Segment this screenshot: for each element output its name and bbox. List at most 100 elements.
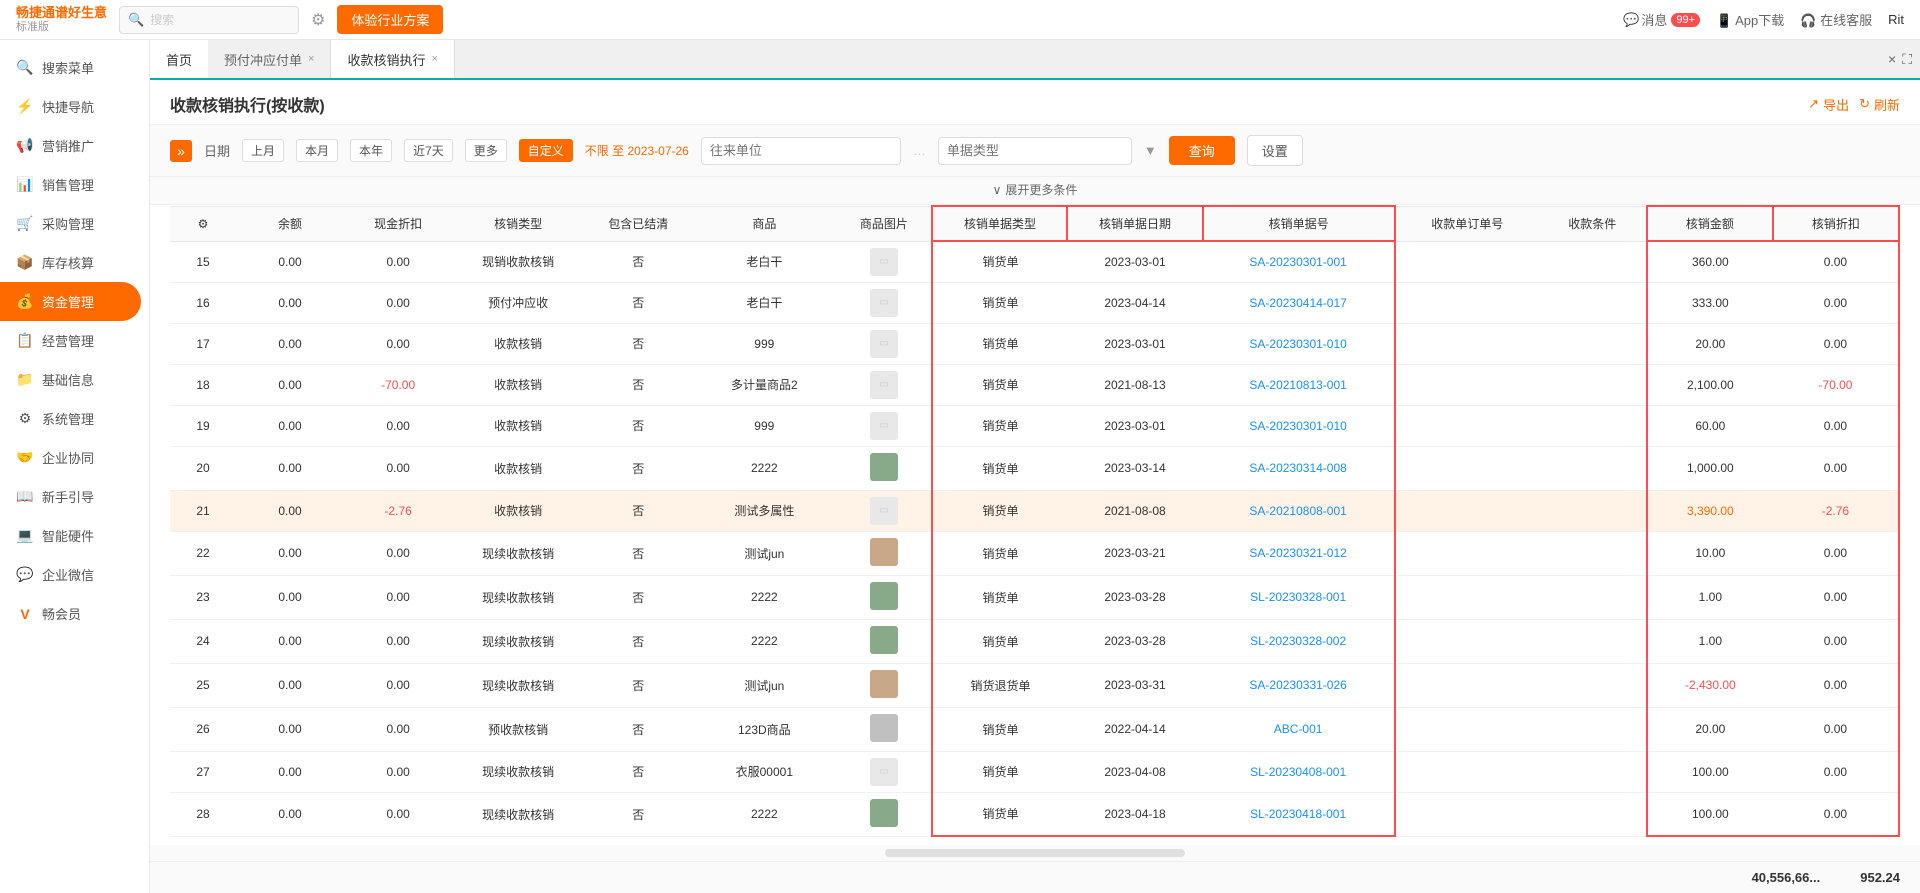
sidebar-item-finance[interactable]: 💰 资金管理 — [0, 282, 141, 321]
sidebar-item-purchase[interactable]: 🛒 采购管理 — [0, 204, 149, 243]
custom-date-button[interactable]: 自定义 — [519, 139, 573, 162]
sidebar-item-search[interactable]: 🔍 搜索菜单 — [0, 48, 149, 87]
cell-slip-no: SL-20230408-001 — [1203, 751, 1395, 792]
tab-home[interactable]: 首页 — [150, 40, 208, 78]
app-download-link[interactable]: 📱 App下载 — [1716, 10, 1784, 29]
horizontal-scrollbar[interactable] — [885, 849, 1185, 857]
sidebar-item-sales[interactable]: 📊 销售管理 — [0, 165, 149, 204]
slip-no-link[interactable]: SA-20230331-026 — [1249, 678, 1346, 692]
sidebar-item-operations[interactable]: 📋 经营管理 — [0, 321, 149, 360]
from-unit-input[interactable] — [701, 137, 901, 165]
slip-no-link[interactable]: SA-20230321-012 — [1249, 546, 1346, 560]
slip-no-link[interactable]: ABC-001 — [1274, 722, 1323, 736]
table-row: 15 0.00 0.00 现销收款核销 否 老白干 ▭ 销货单 2023-03-… — [170, 241, 1899, 282]
last-month-button[interactable]: 上月 — [242, 139, 284, 162]
cell-include-settled: 否 — [584, 446, 692, 490]
slip-no-link[interactable]: SA-20230414-017 — [1249, 296, 1346, 310]
slip-no-link[interactable]: SA-20210813-001 — [1249, 378, 1346, 392]
slip-no-link[interactable]: SL-20230328-001 — [1250, 590, 1346, 604]
table-container[interactable]: ⚙ 余额 现金折扣 核销类型 包含已结清 商品 商品图片 核销单据类型 核销单据… — [150, 205, 1920, 845]
expand-more-button[interactable]: ∨ 展开更多条件 — [973, 181, 1098, 198]
slip-no-link[interactable]: SA-20230301-001 — [1249, 255, 1346, 269]
cell-balance: 0.00 — [236, 323, 344, 364]
sidebar-item-marketing[interactable]: 📢 营销推广 — [0, 126, 149, 165]
cell-cash-discount: 0.00 — [344, 446, 452, 490]
cell-goods: 衣服00001 — [692, 751, 836, 792]
tab-writeoff-close-icon[interactable]: × — [431, 53, 437, 65]
sidebar-item-newbie-guide[interactable]: 📖 新手引导 — [0, 477, 149, 516]
cell-goods-img — [836, 792, 932, 836]
cell-writeoff-amount: 100.00 — [1647, 751, 1773, 792]
search-bar[interactable]: 🔍 搜索 — [119, 6, 299, 34]
cell-receipt-order-no — [1395, 619, 1539, 663]
sidebar-item-enterprise-wechat[interactable]: 💬 企业微信 — [0, 555, 149, 594]
refresh-button[interactable]: ↻ 刷新 — [1859, 95, 1900, 114]
slip-no-link[interactable]: SL-20230328-002 — [1250, 634, 1346, 648]
order-type-input[interactable] — [938, 137, 1132, 165]
slip-no-link[interactable]: SL-20230408-001 — [1250, 765, 1346, 779]
gear-icon[interactable]: ⚙ — [311, 10, 325, 30]
sidebar-item-quicknav[interactable]: ⚡ 快捷导航 — [0, 87, 149, 126]
sidebar-item-basic-info[interactable]: 📁 基础信息 — [0, 360, 149, 399]
cell-no: 15 — [170, 241, 236, 282]
order-type-dropdown-icon[interactable]: ▼ — [1144, 143, 1157, 158]
cell-no: 26 — [170, 707, 236, 751]
cell-writeoff-type: 现续收款核销 — [452, 792, 584, 836]
cell-balance: 0.00 — [236, 575, 344, 619]
cell-goods-img — [836, 446, 932, 490]
tab-close-all-icon[interactable]: × — [1888, 51, 1896, 67]
table-row: 26 0.00 0.00 预收款核销 否 123D商品 销货单 2022-04-… — [170, 707, 1899, 751]
slip-no-link[interactable]: SA-20230314-008 — [1249, 461, 1346, 475]
cell-receipt-condition — [1539, 364, 1647, 405]
cell-balance: 0.00 — [236, 241, 344, 282]
cell-writeoff-discount: 0.00 — [1773, 405, 1899, 446]
sidebar-item-system[interactable]: ⚙ 系统管理 — [0, 399, 149, 438]
cell-receipt-condition — [1539, 663, 1647, 707]
cell-no: 16 — [170, 282, 236, 323]
cell-goods: 老白干 — [692, 241, 836, 282]
cell-writeoff-discount: 0.00 — [1773, 446, 1899, 490]
cell-goods: 123D商品 — [692, 707, 836, 751]
vip-icon: V — [16, 605, 34, 623]
col-header-receipt-order-no: 收款单订单号 — [1395, 206, 1539, 241]
cell-writeoff-type: 预付冲应收 — [452, 282, 584, 323]
cell-slip-type: 销货单 — [932, 575, 1067, 619]
filter-expand-icon[interactable]: » — [170, 140, 192, 162]
this-year-button[interactable]: 本年 — [350, 139, 392, 162]
more-date-button[interactable]: 更多 — [465, 139, 507, 162]
slip-no-link[interactable]: SA-20210808-001 — [1249, 504, 1346, 518]
search-menu-icon: 🔍 — [16, 59, 34, 77]
setting-button[interactable]: 设置 — [1247, 135, 1303, 166]
cell-writeoff-amount: 60.00 — [1647, 405, 1773, 446]
cell-slip-date: 2023-04-14 — [1067, 282, 1202, 323]
tab-writeoff[interactable]: 收款核销执行 × — [331, 40, 454, 78]
industry-solution-button[interactable]: 体验行业方案 — [337, 5, 443, 34]
cell-receipt-order-no — [1395, 751, 1539, 792]
slip-no-link[interactable]: SL-20230418-001 — [1250, 807, 1346, 821]
export-button[interactable]: ↗ 导出 — [1808, 95, 1849, 114]
table-row: 25 0.00 0.00 现续收款核销 否 测试jun 销货退货单 2023-0… — [170, 663, 1899, 707]
cell-goods: 测试jun — [692, 531, 836, 575]
cell-slip-no: SA-20230301-010 — [1203, 323, 1395, 364]
sidebar-item-enterprise-collab[interactable]: 🤝 企业协同 — [0, 438, 149, 477]
slip-no-link[interactable]: SA-20230301-010 — [1249, 419, 1346, 433]
purchase-icon: 🛒 — [16, 215, 34, 233]
scroll-hint[interactable] — [150, 845, 1920, 861]
cell-writeoff-amount: 1.00 — [1647, 619, 1773, 663]
query-button[interactable]: 查询 — [1169, 136, 1235, 165]
slip-no-link[interactable]: SA-20230301-010 — [1249, 337, 1346, 351]
col-header-goods: 商品 — [692, 206, 836, 241]
cell-include-settled: 否 — [584, 323, 692, 364]
sidebar-item-smart-hardware[interactable]: 💻 智能硬件 — [0, 516, 149, 555]
sidebar-item-vip[interactable]: V 畅会员 — [0, 594, 149, 633]
tab-expand-icon[interactable]: ⛶ — [1902, 51, 1912, 68]
this-month-button[interactable]: 本月 — [296, 139, 338, 162]
col-header-settings[interactable]: ⚙ — [170, 206, 236, 241]
online-service-link[interactable]: 🎧 在线客服 — [1800, 10, 1872, 29]
tab-prepay-close-icon[interactable]: × — [308, 53, 314, 65]
sidebar-item-inventory[interactable]: 📦 库存核算 — [0, 243, 149, 282]
tab-prepay[interactable]: 预付冲应付单 × — [208, 40, 331, 78]
cell-include-settled: 否 — [584, 792, 692, 836]
messages-link[interactable]: 💬 消息99+ — [1623, 10, 1700, 29]
last7-button[interactable]: 近7天 — [404, 139, 453, 162]
